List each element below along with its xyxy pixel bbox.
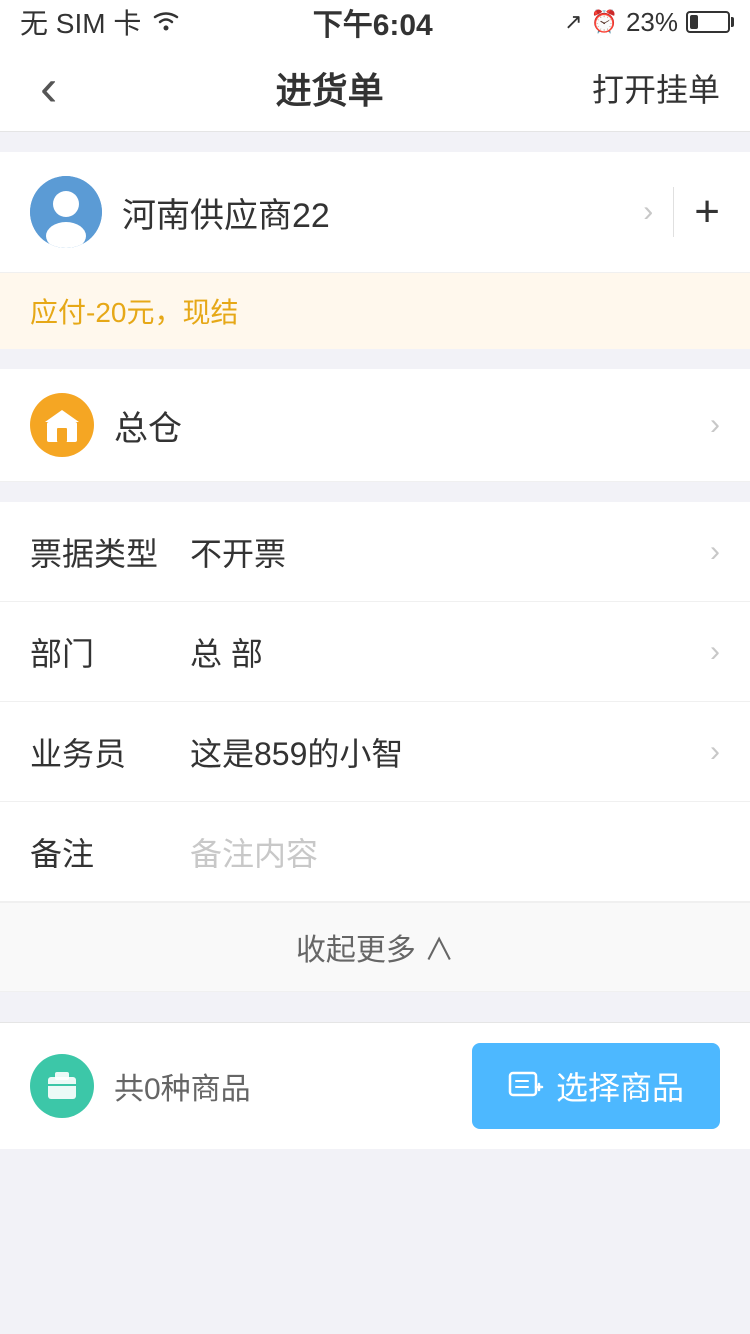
remark-label: 备注 [30, 829, 190, 875]
warehouse-section: 总仓 › [0, 369, 750, 482]
battery-percent: 23% [626, 7, 678, 38]
select-product-button[interactable]: 选择商品 [472, 1043, 720, 1129]
salesman-value: 这是859的小智 [190, 729, 710, 775]
bottom-bar: 共0种商品 选择商品 [0, 1022, 750, 1149]
notice-banner: 应付-20元，现结 [0, 273, 750, 349]
status-time: 下午6:04 [313, 0, 433, 44]
collapse-button[interactable]: 收起更多 ∧ [0, 902, 750, 992]
divider-3 [0, 482, 750, 502]
supplier-avatar [30, 176, 102, 248]
salesman-chevron-icon: › [710, 735, 720, 769]
battery-icon [686, 11, 730, 33]
salesman-label: 业务员 [30, 729, 190, 775]
product-count-text: 共0种商品 [114, 1064, 452, 1108]
warehouse-name: 总仓 [114, 401, 710, 450]
warehouse-row[interactable]: 总仓 › [0, 369, 750, 482]
back-button[interactable]: ‹ [30, 48, 67, 128]
invoice-label: 票据类型 [30, 529, 190, 575]
notice-text: 应付-20元，现结 [30, 297, 238, 328]
status-right: ↗ ⏰ 23% [564, 7, 730, 38]
product-count-icon [30, 1054, 94, 1118]
location-icon: ↗ [564, 9, 582, 35]
divider-vertical [673, 187, 674, 237]
department-row[interactable]: 部门 总 部 › [0, 602, 750, 702]
warehouse-chevron-icon: › [710, 408, 720, 442]
open-pending-button[interactable]: 打开挂单 [592, 65, 720, 111]
invoice-chevron-icon: › [710, 535, 720, 569]
remark-row[interactable]: 备注 备注内容 [0, 802, 750, 902]
supplier-row[interactable]: 河南供应商22 › + [0, 152, 750, 273]
department-value: 总 部 [190, 629, 710, 675]
page-title: 进货单 [276, 62, 384, 114]
salesman-row[interactable]: 业务员 这是859的小智 › [0, 702, 750, 802]
divider-2 [0, 349, 750, 369]
invoice-value: 不开票 [190, 529, 710, 575]
department-chevron-icon: › [710, 635, 720, 669]
divider-4 [0, 992, 750, 1022]
wifi-icon [151, 6, 181, 38]
status-bar: 无 SIM 卡 下午6:04 ↗ ⏰ 23% [0, 0, 750, 44]
carrier-text: 无 SIM 卡 [20, 2, 141, 42]
form-section: 票据类型 不开票 › 部门 总 部 › 业务员 这是859的小智 › 备注 备注… [0, 502, 750, 902]
remark-input[interactable]: 备注内容 [190, 829, 720, 875]
nav-bar: ‹ 进货单 打开挂单 [0, 44, 750, 132]
department-label: 部门 [30, 629, 190, 675]
supplier-name: 河南供应商22 [122, 188, 643, 237]
invoice-row[interactable]: 票据类型 不开票 › [0, 502, 750, 602]
collapse-label: 收起更多 ∧ [296, 925, 454, 969]
status-left: 无 SIM 卡 [20, 2, 181, 42]
supplier-chevron-icon: › [643, 195, 653, 229]
divider-1 [0, 132, 750, 152]
select-product-label: 选择商品 [556, 1063, 684, 1109]
supplier-right-actions: › + [643, 187, 720, 237]
add-supplier-button[interactable]: + [694, 187, 720, 237]
warehouse-icon [30, 393, 94, 457]
alarm-icon: ⏰ [591, 9, 618, 35]
supplier-section: 河南供应商22 › + 应付-20元，现结 [0, 152, 750, 349]
